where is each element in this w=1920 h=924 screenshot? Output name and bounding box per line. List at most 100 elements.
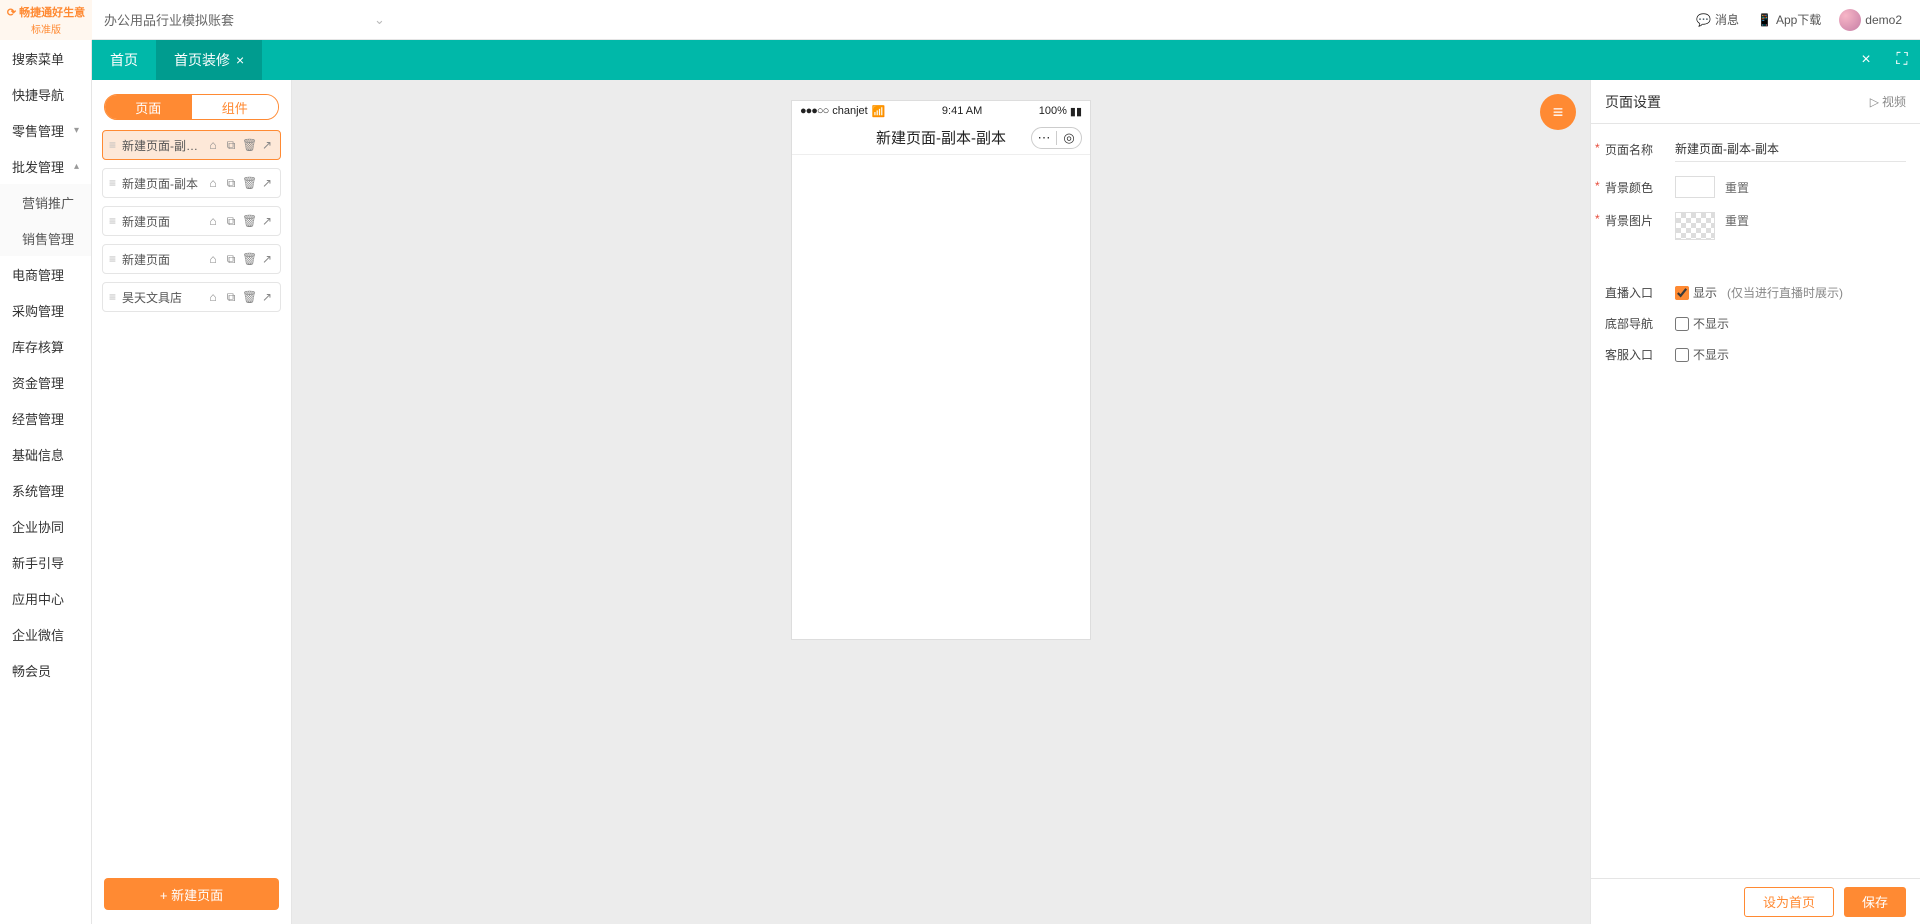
drag-icon: ≡ <box>109 290 116 304</box>
seg-page[interactable]: 页面 <box>105 95 192 119</box>
copy-icon[interactable]: ⧉ <box>224 138 238 153</box>
share-icon[interactable]: ↗ <box>260 252 274 267</box>
sidebar-item[interactable]: 经营管理 <box>0 400 91 436</box>
copy-icon[interactable]: ⧉ <box>224 214 238 229</box>
sidebar-item[interactable]: 新手引导 <box>0 544 91 580</box>
tab-decor[interactable]: 首页装修× <box>156 40 262 80</box>
phone-preview: ●●●○○chanjet📶 9:41 AM 100%▮▮ 新建页面-副本-副本 … <box>791 100 1091 640</box>
chevron-down-icon: ⌄ <box>374 12 385 28</box>
wifi-icon: 📶 <box>872 105 886 118</box>
page-row[interactable]: ≡新建页面⌂⧉🗑↗ <box>102 206 281 236</box>
page-row[interactable]: ≡新建页面-副本⌂⧉🗑↗ <box>102 168 281 198</box>
reset-bg-image[interactable]: 重置 <box>1725 212 1749 229</box>
more-icon: ⋯ <box>1032 130 1056 146</box>
video-link[interactable]: ▷视频 <box>1870 93 1906 110</box>
copy-icon[interactable]: ⧉ <box>224 176 238 191</box>
drag-icon: ≡ <box>109 252 116 266</box>
sidebar-item[interactable]: 企业协同 <box>0 508 91 544</box>
tab-home[interactable]: 首页 <box>92 40 156 80</box>
bg-image-picker[interactable] <box>1675 212 1715 240</box>
sidebar-item[interactable]: 电商管理 <box>0 256 91 292</box>
phone-title: 新建页面-副本-副本 <box>876 127 1006 148</box>
phone-navbar: 新建页面-副本-副本 ⋯ ◎ <box>792 121 1090 155</box>
segment-control: 页面 组件 <box>104 94 279 120</box>
share-icon[interactable]: ↗ <box>260 214 274 229</box>
home-icon[interactable]: ⌂ <box>206 138 220 153</box>
new-page-button[interactable]: + 新建页面 <box>104 878 279 910</box>
sidebar-item[interactable]: 应用中心 <box>0 580 91 616</box>
user-menu[interactable]: demo2 <box>1839 9 1902 31</box>
drag-icon: ≡ <box>109 214 116 228</box>
save-button[interactable]: 保存 <box>1844 887 1906 917</box>
sidebar-item[interactable]: 系统管理 <box>0 472 91 508</box>
set-home-button[interactable]: 设为首页 <box>1744 887 1834 917</box>
home-icon[interactable]: ⌂ <box>206 176 220 191</box>
battery-icon: ▮▮ <box>1070 105 1082 118</box>
settings-panel: 页面设置 ▷视频 页面名称 背景颜色 重置 背景图片 <box>1590 80 1920 924</box>
sidebar-item[interactable]: 搜索菜单 <box>0 40 91 76</box>
capsule-button[interactable]: ⋯ ◎ <box>1031 127 1082 149</box>
messages-link[interactable]: 💬消息 <box>1696 11 1739 28</box>
page-list-panel: 页面 组件 ≡新建页面-副本…⌂⧉🗑↗≡新建页面-副本⌂⧉🗑↗≡新建页面⌂⧉🗑↗… <box>92 80 292 924</box>
home-icon[interactable]: ⌂ <box>206 214 220 229</box>
settings-title: 页面设置 <box>1605 92 1661 112</box>
delete-icon[interactable]: 🗑 <box>242 290 256 305</box>
label-cs: 客服入口 <box>1605 346 1665 363</box>
page-row[interactable]: ≡昊天文具店⌂⧉🗑↗ <box>102 282 281 312</box>
bottom-nav-checkbox[interactable]: 不显示 <box>1675 315 1729 332</box>
sidebar-item[interactable]: 库存核算 <box>0 328 91 364</box>
live-checkbox[interactable]: 显示 <box>1675 284 1717 301</box>
home-icon[interactable]: ⌂ <box>206 252 220 267</box>
bg-color-swatch[interactable] <box>1675 176 1715 198</box>
sidebar-item[interactable]: 零售管理▾ <box>0 112 91 148</box>
sidebar-item[interactable]: 批发管理▴ <box>0 148 91 184</box>
label-live: 直播入口 <box>1605 284 1665 301</box>
status-time: 9:41 AM <box>942 105 982 117</box>
target-icon: ◎ <box>1057 130 1081 146</box>
fullscreen-button[interactable]: ⛶ <box>1884 40 1920 80</box>
sidebar-item[interactable]: 营销推广 <box>0 184 91 220</box>
sidebar-item[interactable]: 快捷导航 <box>0 76 91 112</box>
app-download-link[interactable]: 📱App下载 <box>1757 11 1821 28</box>
seg-component[interactable]: 组件 <box>192 95 279 119</box>
sidebar-item[interactable]: 资金管理 <box>0 364 91 400</box>
tenant-selector[interactable]: 办公用品行业模拟账套⌄ <box>104 10 385 29</box>
delete-icon[interactable]: 🗑 <box>242 138 256 153</box>
phone-icon: 📱 <box>1757 13 1772 27</box>
topbar: ⟳ 畅捷通好生意 标准版 办公用品行业模拟账套⌄ 💬消息 📱App下载 demo… <box>0 0 1920 40</box>
copy-icon[interactable]: ⧉ <box>224 252 238 267</box>
close-icon[interactable]: × <box>236 52 244 68</box>
sidebar: 搜索菜单快捷导航零售管理▾批发管理▴营销推广销售管理电商管理采购管理库存核算资金… <box>0 40 92 924</box>
label-bg-color: 背景颜色 <box>1605 179 1665 196</box>
close-all-button[interactable]: × <box>1848 40 1884 80</box>
live-hint: (仅当进行直播时展示) <box>1727 284 1843 301</box>
label-bg-image: 背景图片 <box>1605 212 1665 229</box>
brand-name: ⟳ 畅捷通好生意 <box>7 4 85 20</box>
canvas: ≡ ●●●○○chanjet📶 9:41 AM 100%▮▮ 新建页面-副本-副… <box>292 80 1590 924</box>
delete-icon[interactable]: 🗑 <box>242 176 256 191</box>
chat-icon: 💬 <box>1696 13 1711 27</box>
label-page-name: 页面名称 <box>1605 141 1665 158</box>
cs-checkbox[interactable]: 不显示 <box>1675 346 1729 363</box>
sidebar-item[interactable]: 采购管理 <box>0 292 91 328</box>
sidebar-item[interactable]: 销售管理 <box>0 220 91 256</box>
delete-icon[interactable]: 🗑 <box>242 252 256 267</box>
page-row[interactable]: ≡新建页面-副本…⌂⧉🗑↗ <box>102 130 281 160</box>
sidebar-item[interactable]: 畅会员 <box>0 652 91 688</box>
home-icon[interactable]: ⌂ <box>206 290 220 305</box>
copy-icon[interactable]: ⧉ <box>224 290 238 305</box>
signal-icon: ●●●○○ <box>800 105 828 117</box>
share-icon[interactable]: ↗ <box>260 138 274 153</box>
share-icon[interactable]: ↗ <box>260 290 274 305</box>
label-bottom-nav: 底部导航 <box>1605 315 1665 332</box>
delete-icon[interactable]: 🗑 <box>242 214 256 229</box>
status-bar: ●●●○○chanjet📶 9:41 AM 100%▮▮ <box>792 101 1090 121</box>
share-icon[interactable]: ↗ <box>260 176 274 191</box>
page-row[interactable]: ≡新建页面⌂⧉🗑↗ <box>102 244 281 274</box>
menu-fab[interactable]: ≡ <box>1540 94 1576 130</box>
avatar <box>1839 9 1861 31</box>
page-name-input[interactable] <box>1675 136 1906 162</box>
sidebar-item[interactable]: 企业微信 <box>0 616 91 652</box>
sidebar-item[interactable]: 基础信息 <box>0 436 91 472</box>
reset-bg-color[interactable]: 重置 <box>1725 179 1749 196</box>
